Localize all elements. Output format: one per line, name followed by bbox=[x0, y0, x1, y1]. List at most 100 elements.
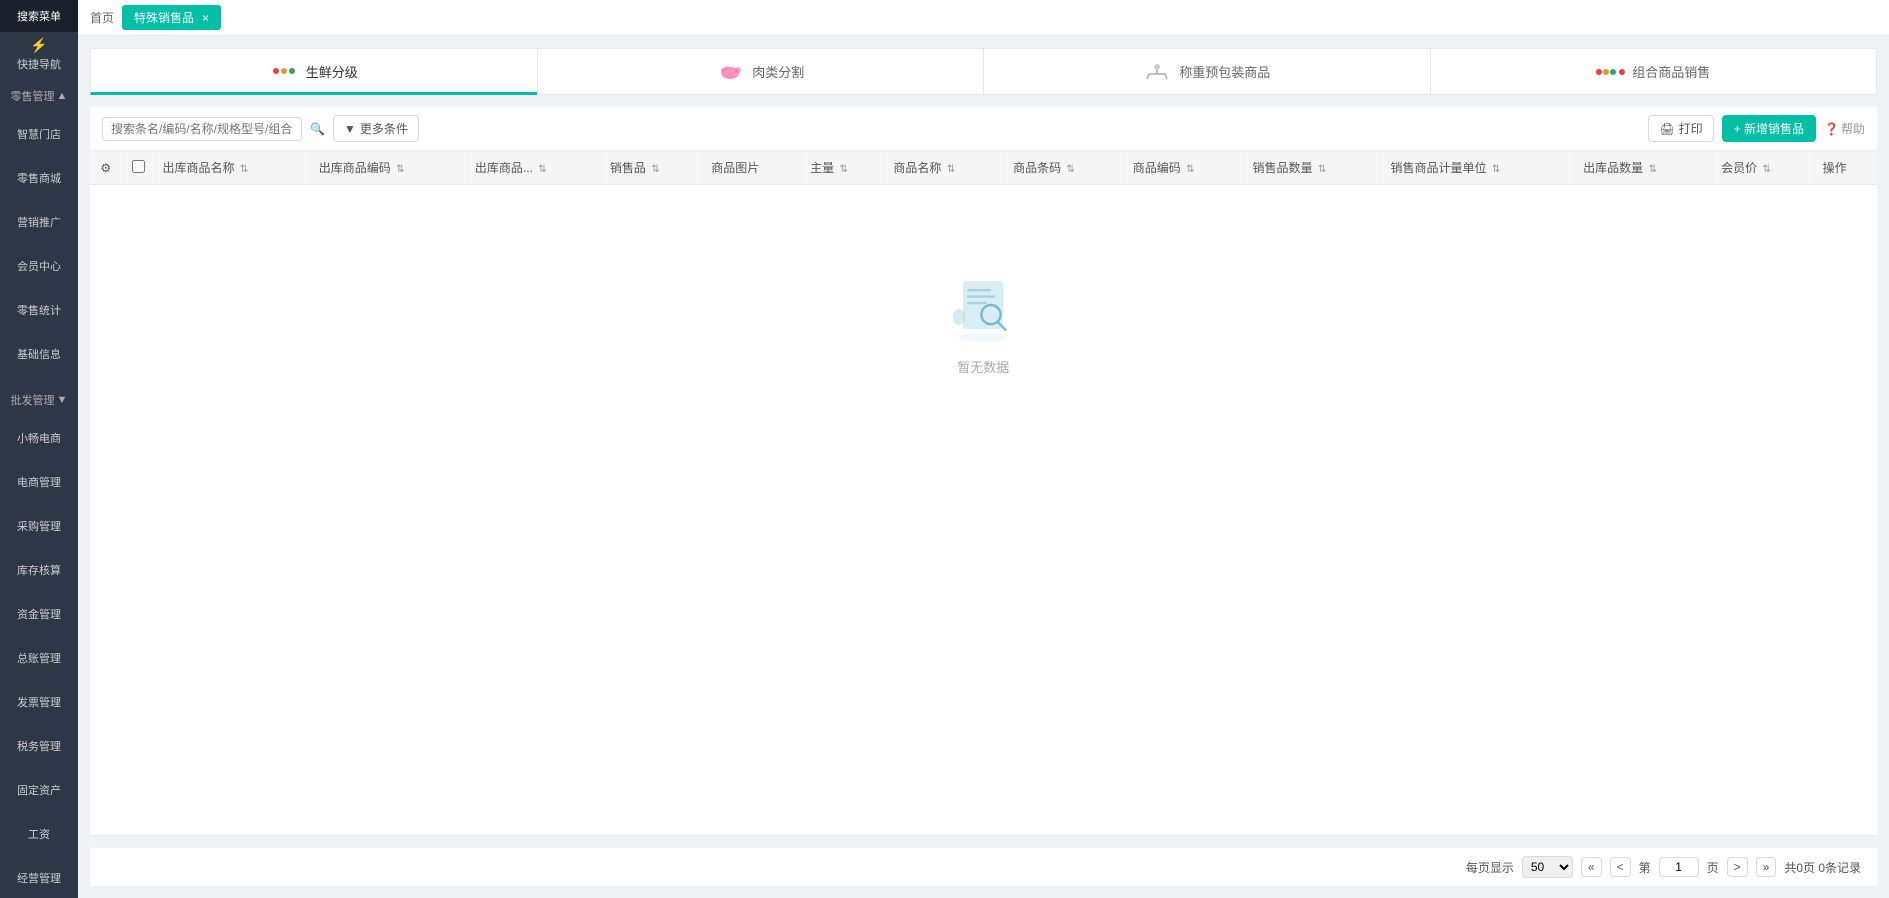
purchase-mgmt-label: 采购管理 bbox=[17, 518, 61, 534]
first-page-btn[interactable]: « bbox=[1581, 857, 1602, 877]
th-out-product-extra[interactable]: 出库商品... ⇅ bbox=[466, 151, 601, 185]
sort-icon-out-qty: ⇅ bbox=[1649, 164, 1657, 175]
ecommerce-mgmt-label: 电商管理 bbox=[17, 474, 61, 490]
page-unit: 页 bbox=[1707, 859, 1719, 876]
topbar: 首页 特殊销售品 × bbox=[78, 0, 1889, 36]
page-content: 生鲜分级 肉类分割 bbox=[78, 36, 1889, 898]
th-action: 操作 bbox=[1814, 151, 1876, 185]
last-page-btn[interactable]: » bbox=[1756, 857, 1777, 877]
help-btn[interactable]: ❓ 帮助 bbox=[1824, 120, 1865, 137]
sidebar-item-inventory-check[interactable]: 库存核算 bbox=[0, 548, 78, 592]
th-out-product-name[interactable]: 出库商品名称 ⇅ bbox=[154, 151, 310, 185]
sidebar-item-salary[interactable]: 工资 bbox=[0, 812, 78, 856]
page-input[interactable] bbox=[1659, 857, 1699, 877]
quick-nav-icon: ⚡ bbox=[30, 37, 47, 54]
search-input[interactable] bbox=[102, 117, 302, 141]
new-sale-btn[interactable]: + 新增销售品 bbox=[1722, 115, 1816, 142]
scale-icon bbox=[1143, 62, 1171, 82]
tab-fresh-grade-label: 生鲜分级 bbox=[306, 62, 358, 81]
sort-icon-out-product-name: ⇅ bbox=[240, 164, 248, 175]
sidebar-item-quick-nav[interactable]: ⚡ 快捷导航 bbox=[0, 32, 78, 76]
tax-mgmt-label: 税务管理 bbox=[17, 738, 61, 754]
search-icon[interactable]: 🔍 bbox=[310, 122, 325, 136]
th-out-qty[interactable]: 出库品数量 ⇅ bbox=[1575, 151, 1713, 185]
sidebar-item-sales-promo[interactable]: 营销推广 bbox=[0, 200, 78, 244]
sidebar-item-business-mgmt[interactable]: 经营管理 bbox=[0, 856, 78, 898]
sort-icon-out-product-extra: ⇅ bbox=[538, 164, 546, 175]
active-tab-special-sale[interactable]: 特殊销售品 × bbox=[122, 5, 221, 30]
fixed-assets-label: 固定资产 bbox=[17, 782, 61, 798]
sidebar-item-basic-info[interactable]: 基础信息 bbox=[0, 332, 78, 376]
invoice-mgmt-label: 发票管理 bbox=[17, 694, 61, 710]
th-sale-qty[interactable]: 销售品数量 ⇅ bbox=[1244, 151, 1382, 185]
sidebar-item-finance-mgmt[interactable]: 资金管理 bbox=[0, 592, 78, 636]
sidebar-item-mini-ecommerce[interactable]: 小畅电商 bbox=[0, 416, 78, 460]
th-settings[interactable]: ⚙ bbox=[90, 151, 122, 185]
tab-combo-sale[interactable]: 组合商品销售 bbox=[1430, 48, 1878, 95]
th-main-unit[interactable]: 主量 ⇅ bbox=[802, 151, 885, 185]
sidebar-item-smart-store[interactable]: 智慧门店 bbox=[0, 112, 78, 156]
sidebar-item-tax-mgmt[interactable]: 税务管理 bbox=[0, 724, 78, 768]
page-size-select[interactable]: 20 50 100 bbox=[1522, 856, 1573, 878]
basic-info-label: 基础信息 bbox=[17, 346, 61, 362]
th-checkbox[interactable] bbox=[122, 151, 154, 185]
sort-icon-sale-qty: ⇅ bbox=[1318, 164, 1326, 175]
sort-icon-main-unit: ⇅ bbox=[839, 164, 847, 175]
print-btn[interactable]: 🖨 打印 bbox=[1648, 115, 1713, 142]
tab-scale-pkg[interactable]: 称重预包装商品 bbox=[983, 48, 1430, 95]
th-sale-product[interactable]: 销售品 ⇅ bbox=[601, 151, 702, 185]
pig-icon bbox=[716, 62, 744, 82]
sidebar-item-fixed-assets[interactable]: 固定资产 bbox=[0, 768, 78, 812]
th-member-price[interactable]: 会员价 ⇅ bbox=[1713, 151, 1814, 185]
more-conditions-btn[interactable]: ▼ 更多条件 bbox=[333, 115, 419, 142]
tab-combo-sale-label: 组合商品销售 bbox=[1632, 62, 1710, 81]
sidebar-item-wholesale-mgmt[interactable]: 批发管理 ▼ bbox=[0, 380, 78, 416]
prev-page-btn[interactable]: < bbox=[1610, 857, 1631, 877]
mini-ecommerce-label: 小畅电商 bbox=[17, 430, 61, 446]
th-sale-unit[interactable]: 销售商品计量单位 ⇅ bbox=[1382, 151, 1575, 185]
sort-icon-sale-unit: ⇅ bbox=[1492, 164, 1500, 175]
close-tab-icon[interactable]: × bbox=[202, 11, 209, 25]
app-title[interactable]: 搜索菜单 bbox=[17, 8, 61, 24]
tab-meat-cut[interactable]: 肉类分割 bbox=[537, 48, 984, 95]
horizontal-scrollbar[interactable] bbox=[90, 835, 1877, 847]
table-body: 暂无数据 bbox=[90, 185, 1877, 457]
sidebar: 搜索菜单 ⚡ 快捷导航 零售管理 ▲ 智慧门店 零售商城 营销推广 会员中心 零… bbox=[0, 0, 78, 898]
filter-right: 🖨 打印 + 新增销售品 ❓ 帮助 bbox=[1648, 115, 1865, 142]
retail-stats-label: 零售统计 bbox=[17, 302, 61, 318]
active-tab-label: 特殊销售品 bbox=[134, 9, 194, 26]
sidebar-item-ecommerce-mgmt[interactable]: 电商管理 bbox=[0, 460, 78, 504]
sort-icon-product-barcode: ⇅ bbox=[1066, 164, 1074, 175]
breadcrumb-home[interactable]: 首页 bbox=[90, 9, 114, 26]
th-product-barcode[interactable]: 商品条码 ⇅ bbox=[1005, 151, 1125, 185]
tab-fresh-grade[interactable]: 生鲜分级 bbox=[90, 48, 537, 95]
pagination: 每页显示 20 50 100 « < 第 页 > » 共0页 0条记录 bbox=[90, 847, 1877, 886]
page-label: 第 bbox=[1639, 859, 1651, 876]
sidebar-item-member-center[interactable]: 会员中心 bbox=[0, 244, 78, 288]
sales-promo-label: 营销推广 bbox=[17, 214, 61, 230]
retail-mgmt-arrow: ▲ bbox=[57, 90, 68, 102]
sidebar-item-ledger-mgmt[interactable]: 总账管理 bbox=[0, 636, 78, 680]
member-center-label: 会员中心 bbox=[17, 258, 61, 274]
next-page-btn[interactable]: > bbox=[1727, 857, 1748, 877]
sidebar-item-retail-mgmt[interactable]: 零售管理 ▲ bbox=[0, 76, 78, 112]
sidebar-logo: 搜索菜单 bbox=[0, 0, 78, 32]
filter-left: 🔍 ▼ 更多条件 bbox=[102, 115, 419, 142]
table-container: 🔍 ▼ 更多条件 🖨 打印 + 新增销售品 ❓ bbox=[90, 107, 1877, 835]
sidebar-label-quick-nav: 快捷导航 bbox=[17, 56, 61, 72]
retail-mgmt-label: 零售管理 bbox=[11, 88, 55, 104]
sort-icon-sale-product: ⇅ bbox=[651, 164, 659, 175]
th-product-code[interactable]: 商品编码 ⇅ bbox=[1124, 151, 1244, 185]
select-all-checkbox[interactable] bbox=[132, 160, 145, 173]
sort-icon-out-product-code: ⇅ bbox=[396, 164, 404, 175]
th-product-name[interactable]: 商品名称 ⇅ bbox=[885, 151, 1005, 185]
sidebar-item-purchase-mgmt[interactable]: 采购管理 bbox=[0, 504, 78, 548]
th-product-image[interactable]: 商品图片 bbox=[703, 151, 802, 185]
th-out-product-code[interactable]: 出库商品编码 ⇅ bbox=[310, 151, 466, 185]
table-header: ⚙ 出库商品名称 ⇅ 出库商品编码 ⇅ bbox=[90, 151, 1877, 185]
sidebar-item-invoice-mgmt[interactable]: 发票管理 bbox=[0, 680, 78, 724]
sidebar-item-retail-stats[interactable]: 零售统计 bbox=[0, 288, 78, 332]
smart-store-label: 智慧门店 bbox=[17, 126, 61, 142]
sidebar-item-retail-mall[interactable]: 零售商城 bbox=[0, 156, 78, 200]
main-table: ⚙ 出库商品名称 ⇅ 出库商品编码 ⇅ bbox=[90, 151, 1877, 456]
